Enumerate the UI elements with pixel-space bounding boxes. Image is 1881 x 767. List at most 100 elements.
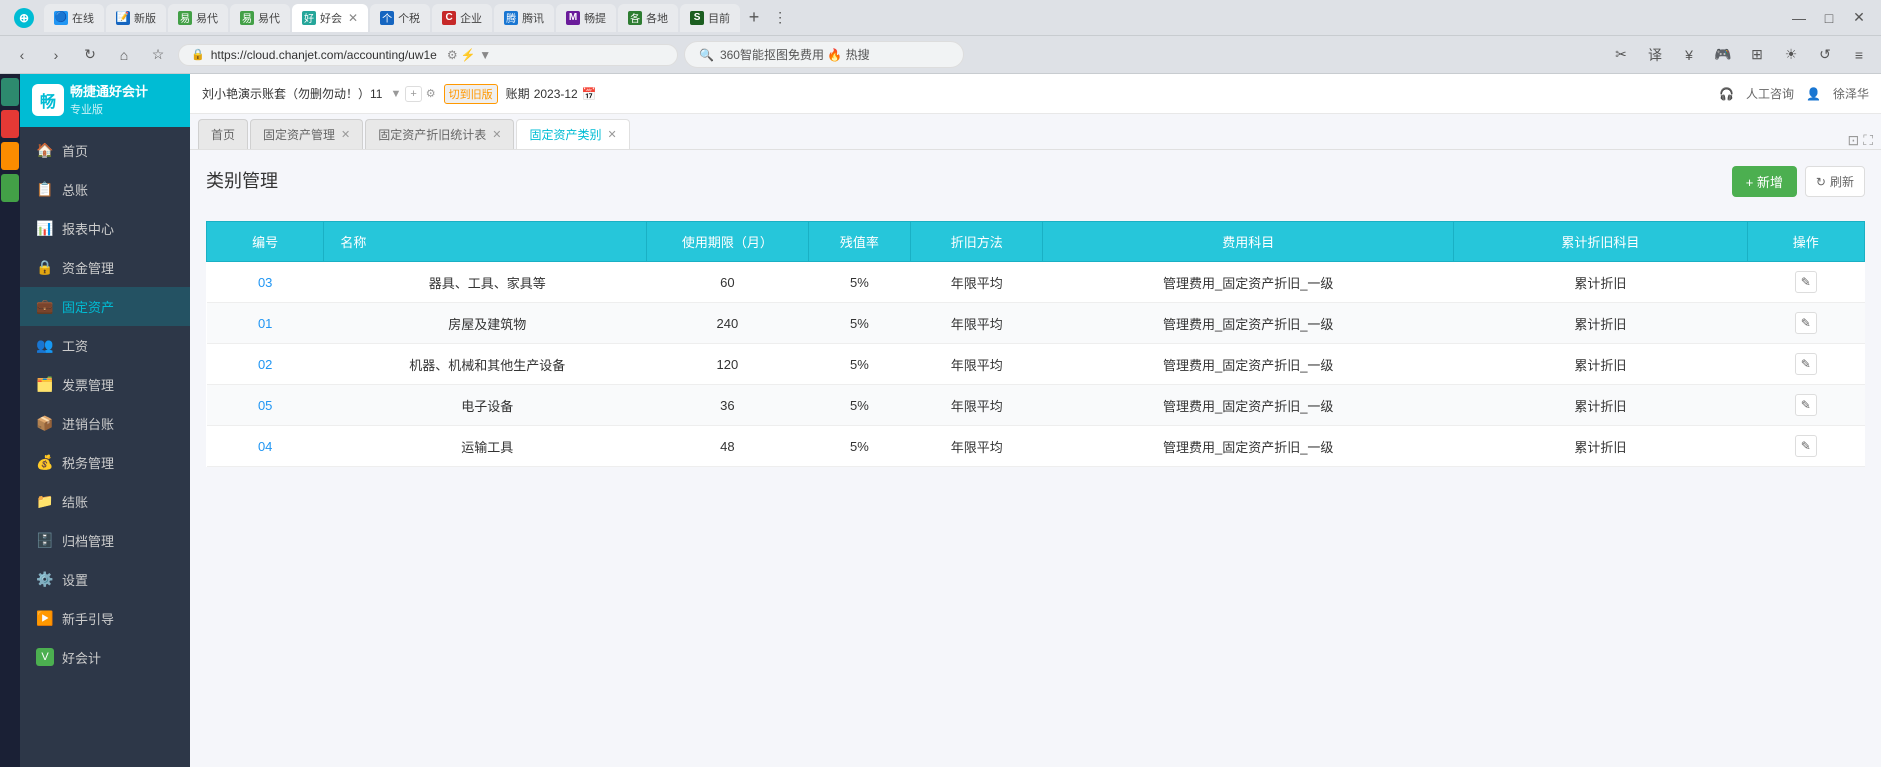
- tab-geshuei[interactable]: 个 个税: [370, 4, 430, 32]
- refresh-btn[interactable]: ↻ 刷新: [1805, 166, 1865, 197]
- cell-name-2: 机器、机械和其他生产设备: [324, 344, 647, 385]
- edit-btn-1[interactable]: ✎: [1795, 312, 1817, 334]
- address-bar[interactable]: 🔒 https://cloud.chanjet.com/accounting/u…: [178, 44, 678, 66]
- sidebar-item-payroll[interactable]: 👥 工资: [20, 326, 190, 365]
- accum-val-4: 累计折旧: [1574, 440, 1626, 455]
- cell-name-3: 电子设备: [324, 385, 647, 426]
- page-tab-fixed-mgmt[interactable]: 固定资产管理 ✕: [250, 119, 363, 149]
- tab-yidai-2[interactable]: 易 易代: [230, 4, 290, 32]
- strip-btn-1[interactable]: [1, 78, 19, 106]
- cell-action-1: ✎: [1747, 303, 1864, 344]
- table-row: 01 房屋及建筑物 240 5% 年限平均 管理费用_固定资产折旧_一级 累计折…: [207, 303, 1865, 344]
- tab-close-depreciation[interactable]: ✕: [492, 128, 501, 141]
- strip-btn-2[interactable]: [1, 110, 19, 138]
- sidebar-item-tax[interactable]: 💰 税务管理: [20, 443, 190, 482]
- forward-btn[interactable]: ›: [42, 41, 70, 69]
- sidebar-item-report[interactable]: 📊 报表中心: [20, 209, 190, 248]
- dropdown-arrow[interactable]: ▼: [390, 88, 401, 100]
- sidebar-item-home[interactable]: 🏠 首页: [20, 131, 190, 170]
- tab-qiye[interactable]: C 企业: [432, 4, 492, 32]
- brightness-icon[interactable]: ☀: [1777, 41, 1805, 69]
- ledger-icon: 📋: [36, 180, 54, 198]
- sidebar-item-close[interactable]: 📁 结账: [20, 482, 190, 521]
- gear-settings-icon[interactable]: ⚙: [426, 87, 436, 100]
- version-switch-btn[interactable]: 切到旧版: [444, 84, 498, 104]
- edit-btn-3[interactable]: ✎: [1795, 394, 1817, 416]
- tab-yidai-1[interactable]: 易 易代: [168, 4, 228, 32]
- dropdown-area: ▼ + ⚙: [390, 86, 435, 102]
- sidebar-item-funds[interactable]: 🔒 资金管理: [20, 248, 190, 287]
- tab-online[interactable]: 🔵 在线: [44, 4, 104, 32]
- tab-list-btn[interactable]: ⋮: [768, 6, 792, 30]
- strip-btn-3[interactable]: [1, 142, 19, 170]
- game-icon[interactable]: 🎮: [1709, 41, 1737, 69]
- edit-btn-0[interactable]: ✎: [1795, 271, 1817, 293]
- tab-close-fixed-mgmt[interactable]: ✕: [341, 128, 350, 141]
- tab-expand-icon[interactable]: ⛶: [1863, 132, 1873, 149]
- page-tab-category[interactable]: 固定资产类别 ✕: [516, 119, 629, 149]
- back-btn[interactable]: ‹: [8, 41, 36, 69]
- minimize-btn[interactable]: —: [1785, 6, 1813, 30]
- table-row: 02 机器、机械和其他生产设备 120 5% 年限平均 管理费用_固定资产折旧_…: [207, 344, 1865, 385]
- tab-close-category[interactable]: ✕: [608, 128, 617, 141]
- undo-icon[interactable]: ↺: [1811, 41, 1839, 69]
- currency-icon[interactable]: ¥: [1675, 41, 1703, 69]
- code-link-2[interactable]: 02: [258, 357, 272, 372]
- grid-icon[interactable]: ⊞: [1743, 41, 1771, 69]
- restore-btn[interactable]: □: [1815, 6, 1843, 30]
- add-category-btn[interactable]: + 新增: [1732, 166, 1797, 197]
- page-tab-home[interactable]: 首页: [198, 119, 248, 149]
- translate-icon[interactable]: 译: [1641, 41, 1669, 69]
- tab-tengxun[interactable]: 腾 腾讯: [494, 4, 554, 32]
- table-row: 04 运输工具 48 5% 年限平均 管理费用_固定资产折旧_一级 累计折旧 ✎: [207, 426, 1865, 467]
- sidebar-item-guide[interactable]: ▶️ 新手引导: [20, 599, 190, 638]
- sidebar-item-settings[interactable]: ⚙️ 设置: [20, 560, 190, 599]
- sidebar-label-guide: 新手引导: [62, 609, 114, 628]
- tab-changjie[interactable]: M 畅提: [556, 4, 616, 32]
- tab-icon-yidai1: 易: [178, 11, 192, 25]
- scissors-icon[interactable]: ✂: [1607, 41, 1635, 69]
- cell-accum-4: 累计折旧: [1454, 426, 1747, 467]
- bookmark-btn[interactable]: ☆: [144, 41, 172, 69]
- close-btn[interactable]: ✕: [1845, 6, 1873, 30]
- code-link-3[interactable]: 05: [258, 398, 272, 413]
- code-link-0[interactable]: 03: [258, 275, 272, 290]
- tab-new[interactable]: 📝 新版: [106, 4, 166, 32]
- tab-gedi[interactable]: 各 各地: [618, 4, 678, 32]
- rate-val-1: 5%: [850, 316, 869, 331]
- cell-period-4: 48: [647, 426, 808, 467]
- sidebar-item-invoice[interactable]: 🗂️ 发票管理: [20, 365, 190, 404]
- code-link-1[interactable]: 01: [258, 316, 272, 331]
- table-body: 03 器具、工具、家具等 60 5% 年限平均 管理费用_固定资产折旧_一级 累…: [207, 262, 1865, 467]
- edit-btn-4[interactable]: ✎: [1795, 435, 1817, 457]
- page-tab-depreciation-table[interactable]: 固定资产折旧统计表 ✕: [365, 119, 514, 149]
- new-tab-btn[interactable]: +: [742, 6, 766, 30]
- calendar-icon[interactable]: 📅: [582, 87, 597, 101]
- sidebar-item-more[interactable]: V 好会计: [20, 638, 190, 677]
- edit-btn-2[interactable]: ✎: [1795, 353, 1817, 375]
- code-link-4[interactable]: 04: [258, 439, 272, 454]
- user-login-text[interactable]: 徐泽华: [1833, 85, 1869, 102]
- tab-icon-new: 📝: [116, 11, 130, 25]
- search-box[interactable]: 🔍 360智能抠图免费用 🔥 热搜: [684, 41, 964, 68]
- rate-val-0: 5%: [850, 275, 869, 290]
- menu-icon[interactable]: ≡: [1845, 41, 1873, 69]
- tab-haohuiji[interactable]: 好 好会 ✕: [292, 4, 368, 32]
- user-support-text[interactable]: 人工咨询: [1746, 85, 1794, 102]
- period-val-4: 48: [720, 439, 734, 454]
- tab-restore-icon[interactable]: ⊡: [1847, 132, 1859, 149]
- add-btn[interactable]: +: [405, 86, 421, 102]
- cell-code-3: 05: [207, 385, 324, 426]
- sidebar-item-archive[interactable]: 🗄️ 归档管理: [20, 521, 190, 560]
- tab-close-hao[interactable]: ✕: [348, 11, 358, 25]
- sidebar-item-fixed[interactable]: 💼 固定资产: [20, 287, 190, 326]
- refresh-icon: ↻: [1816, 175, 1826, 189]
- strip-btn-4[interactable]: [1, 174, 19, 202]
- accum-val-2: 累计折旧: [1574, 358, 1626, 373]
- sidebar-item-ledger[interactable]: 📋 总账: [20, 170, 190, 209]
- tab-muqian[interactable]: S 目前: [680, 4, 740, 32]
- home-btn[interactable]: ⌂: [110, 41, 138, 69]
- reload-btn[interactable]: ↻: [76, 41, 104, 69]
- sidebar-item-inventory[interactable]: 📦 进销台账: [20, 404, 190, 443]
- tab-label-mu: 目前: [708, 10, 730, 26]
